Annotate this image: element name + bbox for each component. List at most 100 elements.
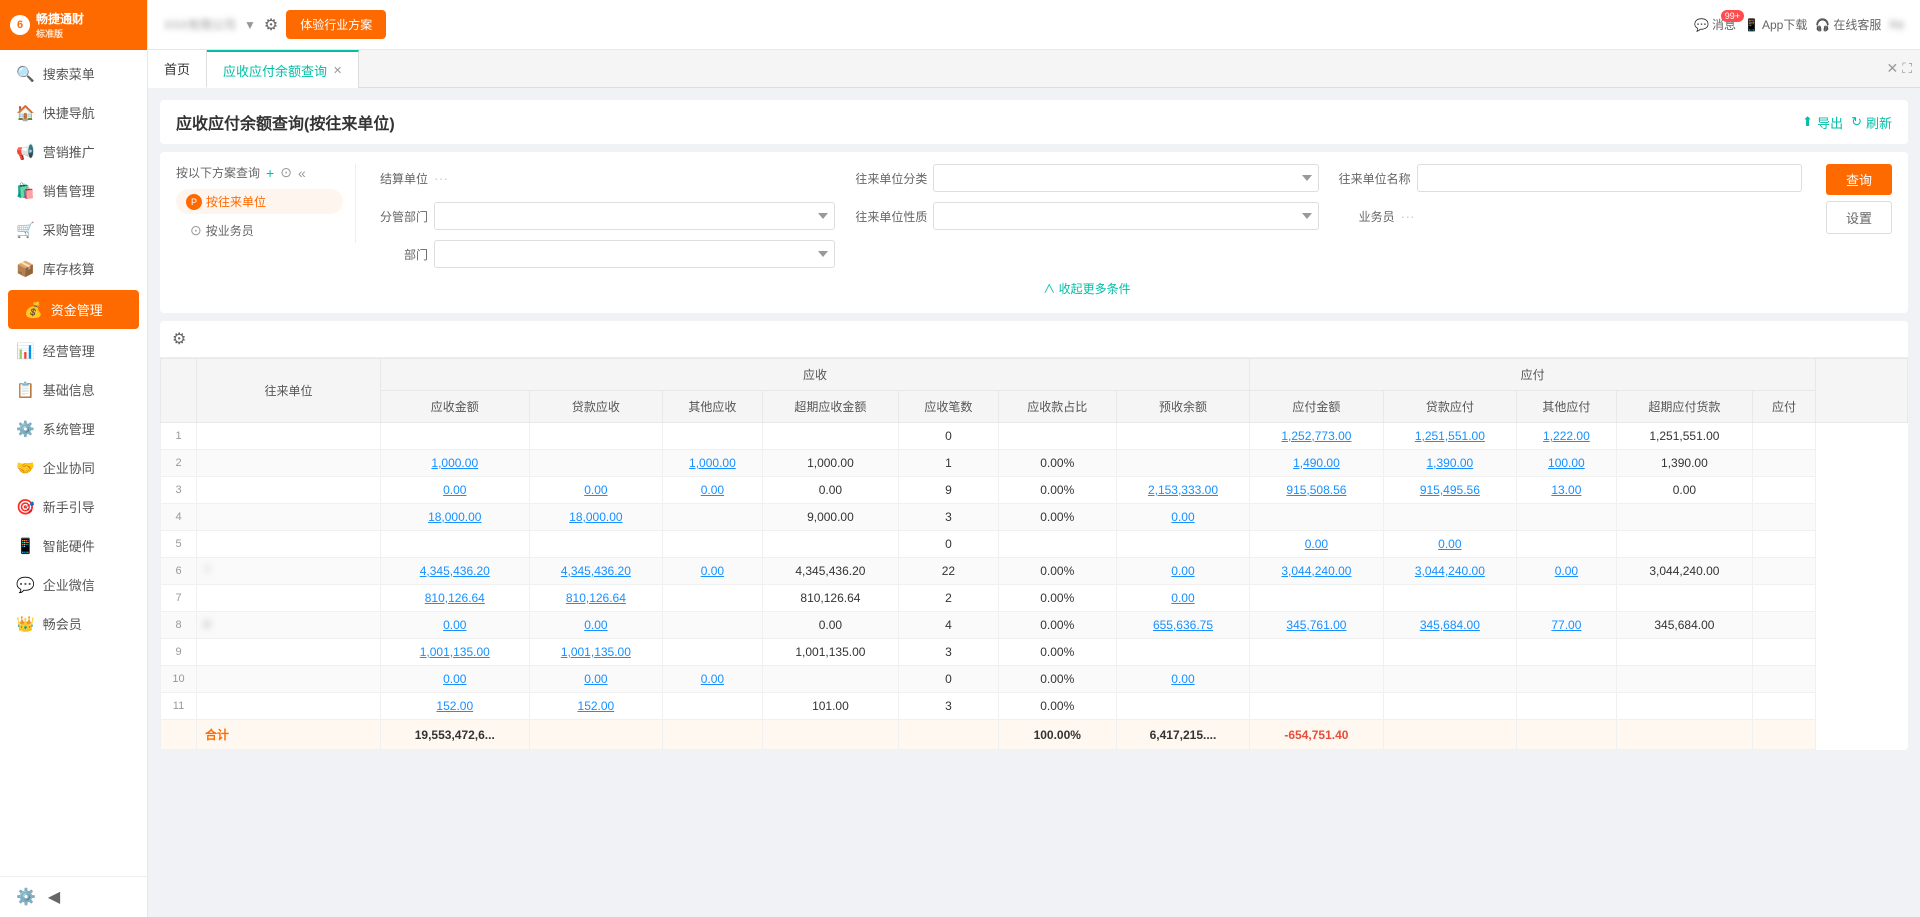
total-label: 合计 xyxy=(197,720,381,750)
th-payable-amount: 应付金额 xyxy=(1250,391,1383,423)
sidebar-item-hardware[interactable]: 📱 智能硬件 xyxy=(0,526,147,565)
partner-cell xyxy=(197,504,381,531)
topbar-user[interactable]: Rit xyxy=(1889,18,1904,32)
department-select[interactable] xyxy=(434,240,835,268)
sidebar-item-purchase[interactable]: 🛒 采购管理 xyxy=(0,210,147,249)
query-btn[interactable]: 查询 xyxy=(1826,164,1892,195)
table-row: 1 0 1,252,773.00 1,251,551.00 1,222.00 1… xyxy=(161,423,1908,450)
marketing-icon: 📢 xyxy=(16,143,35,161)
filter-field-partner-name: 往来单位名称 xyxy=(1339,164,1802,192)
sidebar-item-basic[interactable]: 📋 基础信息 xyxy=(0,370,147,409)
purchase-icon: 🛒 xyxy=(16,221,35,239)
data-table: 往来单位 应收 应付 应收金额 贷款应收 其他应收 超期应收金额 应收笔数 应收… xyxy=(160,358,1908,750)
th-other-receivable: 其他应收 xyxy=(663,391,763,423)
th-overdue-payable: 超期应付货款 xyxy=(1616,391,1752,423)
tab-receivable[interactable]: 应收应付余额查询 ✕ xyxy=(207,50,359,88)
salesperson-dots[interactable]: ··· xyxy=(1401,208,1415,224)
member-icon: 👑 xyxy=(16,615,35,633)
logo-badge: 6 xyxy=(10,15,30,35)
guide-icon: 🎯 xyxy=(16,498,35,516)
topbar-company: XXX有限公司 xyxy=(164,16,236,33)
sidebar-item-cooperation[interactable]: 🤝 企业协同 xyxy=(0,448,147,487)
filter-actions: 按以下方案查询 + ⊙ « xyxy=(176,164,343,181)
search-icon: 🔍 xyxy=(16,65,35,83)
sidebar-item-marketing[interactable]: 📢 营销推广 xyxy=(0,132,147,171)
collapse-bar[interactable]: ∧ 收起更多条件 xyxy=(372,276,1802,301)
scheme-partner[interactable]: P 按往来单位 xyxy=(176,189,343,214)
partner-cell xyxy=(197,477,381,504)
tab-close-icon[interactable]: ✕ xyxy=(333,64,342,77)
system-icon: ⚙️ xyxy=(16,420,35,438)
scheme-salesperson[interactable]: ⊙ 按业务员 xyxy=(176,218,343,243)
topbar-app-download[interactable]: 📱 App下载 xyxy=(1744,16,1807,33)
operation-icon: 📊 xyxy=(16,342,35,360)
sidebar-collapse-icon[interactable]: ◀ xyxy=(48,887,60,907)
sidebar-item-label: 企业微信 xyxy=(43,575,95,594)
th-index xyxy=(161,359,197,423)
sidebar-item-label: 系统管理 xyxy=(43,419,95,438)
logo-sub: 标准版 xyxy=(36,27,84,40)
partner-name-input[interactable] xyxy=(1417,164,1802,192)
setting-btn[interactable]: 设置 xyxy=(1826,201,1892,234)
dept-select[interactable] xyxy=(434,202,835,230)
total-prepaid: 6,417,215.... xyxy=(1116,720,1249,750)
sidebar-settings-icon[interactable]: ⚙️ xyxy=(16,887,36,907)
tab-expand-icon[interactable]: ⛶ xyxy=(1902,60,1912,77)
sidebar-item-system[interactable]: ⚙️ 系统管理 xyxy=(0,409,147,448)
topbar-gear-icon[interactable]: ⚙ xyxy=(264,15,278,35)
filter-edit-icon[interactable]: ⊙ xyxy=(280,164,292,181)
tab-close-window-icon[interactable]: ✕ xyxy=(1886,60,1898,77)
table-row: 3 0.00 0.00 0.00 0.00 9 0.00% 2,153,333.… xyxy=(161,477,1908,504)
filter-field-partner-nature: 往来单位性质 xyxy=(855,202,1318,230)
filter-field-partner-category: 往来单位分类 xyxy=(855,164,1318,192)
sidebar-item-wechat[interactable]: 💬 企业微信 xyxy=(0,565,147,604)
total-payable-amount: -654,751.40 xyxy=(1250,720,1383,750)
sidebar-item-sales[interactable]: 🛍️ 销售管理 xyxy=(0,171,147,210)
topbar-online-service[interactable]: 🎧 在线客服 xyxy=(1815,16,1881,33)
topbar: XXX有限公司 ▼ ⚙ 体验行业方案 💬 消息 99+ 📱 App下载 🎧 在线… xyxy=(148,0,1920,50)
sidebar-logo: 6 畅捷通财 标准版 xyxy=(0,0,147,50)
tab-home[interactable]: 首页 xyxy=(148,50,207,88)
partner-cell xyxy=(197,450,381,477)
filter-field-salesperson: 业务员 ··· xyxy=(1339,202,1802,230)
partner-nature-select[interactable] xyxy=(933,202,1318,230)
logo-text: 畅捷通财 xyxy=(36,10,84,27)
sidebar-nav: 🔍 搜索菜单🏠 快捷导航📢 营销推广🛍️ 销售管理🛒 采购管理📦 库存核算💰 资… xyxy=(0,50,147,876)
filter-add-icon[interactable]: + xyxy=(266,165,274,181)
th-payable-sub: 应付 xyxy=(1753,391,1816,423)
sidebar-item-label: 企业协同 xyxy=(43,458,95,477)
total-row: 合计 19,553,472,6... 100.00% 6,417,215....… xyxy=(161,720,1908,750)
sidebar-item-search[interactable]: 🔍 搜索菜单 xyxy=(0,54,147,93)
th-loan-receivable: 贷款应收 xyxy=(529,391,662,423)
topbar-messages[interactable]: 💬 消息 99+ xyxy=(1694,16,1736,33)
table-settings-icon[interactable]: ⚙ xyxy=(172,329,186,349)
sidebar-item-quick-nav[interactable]: 🏠 快捷导航 xyxy=(0,93,147,132)
partner-category-select[interactable] xyxy=(933,164,1318,192)
main-content: 首页 应收应付余额查询 ✕ ✕ ⛶ 应收应付余额查询(按往来单位) ⬆ 导出 ↻… xyxy=(148,50,1920,917)
refresh-btn[interactable]: ↻ 刷新 xyxy=(1851,113,1892,132)
filter-back-icon[interactable]: « xyxy=(298,165,306,181)
table-row: 10 0.00 0.00 0.00 0 0.00% 0.00 xyxy=(161,666,1908,693)
sidebar-item-guide[interactable]: 🎯 新手引导 xyxy=(0,487,147,526)
sidebar-item-member[interactable]: 👑 畅会员 xyxy=(0,604,147,643)
th-overdue-receivable: 超期应收金额 xyxy=(762,391,898,423)
sidebar-item-operation[interactable]: 📊 经营管理 xyxy=(0,331,147,370)
sidebar-item-label: 基础信息 xyxy=(43,380,95,399)
topbar-promo-btn[interactable]: 体验行业方案 xyxy=(286,10,386,39)
sidebar-item-inventory[interactable]: 📦 库存核算 xyxy=(0,249,147,288)
page-title: 应收应付余额查询(按往来单位) xyxy=(176,110,395,134)
table-area: ⚙ 往来单位 应收 应付 应收金额 贷款应收 xyxy=(160,321,1908,750)
partner-cell: ᵖ xyxy=(197,612,381,639)
topbar-dropdown-icon[interactable]: ▼ xyxy=(244,18,256,32)
sidebar-item-finance[interactable]: 💰 资金管理 xyxy=(8,290,139,329)
sidebar-footer: ⚙️ ◀ xyxy=(0,876,147,917)
table-row: 2 1,000.00 1,000.00 1,000.00 1 0.00% 1,4… xyxy=(161,450,1908,477)
th-partner: 往来单位 xyxy=(197,359,381,423)
wechat-icon: 💬 xyxy=(16,576,35,594)
export-btn[interactable]: ⬆ 导出 xyxy=(1802,113,1843,132)
sales-icon: 🛍️ xyxy=(16,182,35,200)
table-wrapper[interactable]: 往来单位 应收 应付 应收金额 贷款应收 其他应收 超期应收金额 应收笔数 应收… xyxy=(160,358,1908,750)
sidebar-item-label: 新手引导 xyxy=(43,497,95,516)
settlement-dots[interactable]: ··· xyxy=(434,170,448,186)
table-toolbar: ⚙ xyxy=(160,321,1908,358)
